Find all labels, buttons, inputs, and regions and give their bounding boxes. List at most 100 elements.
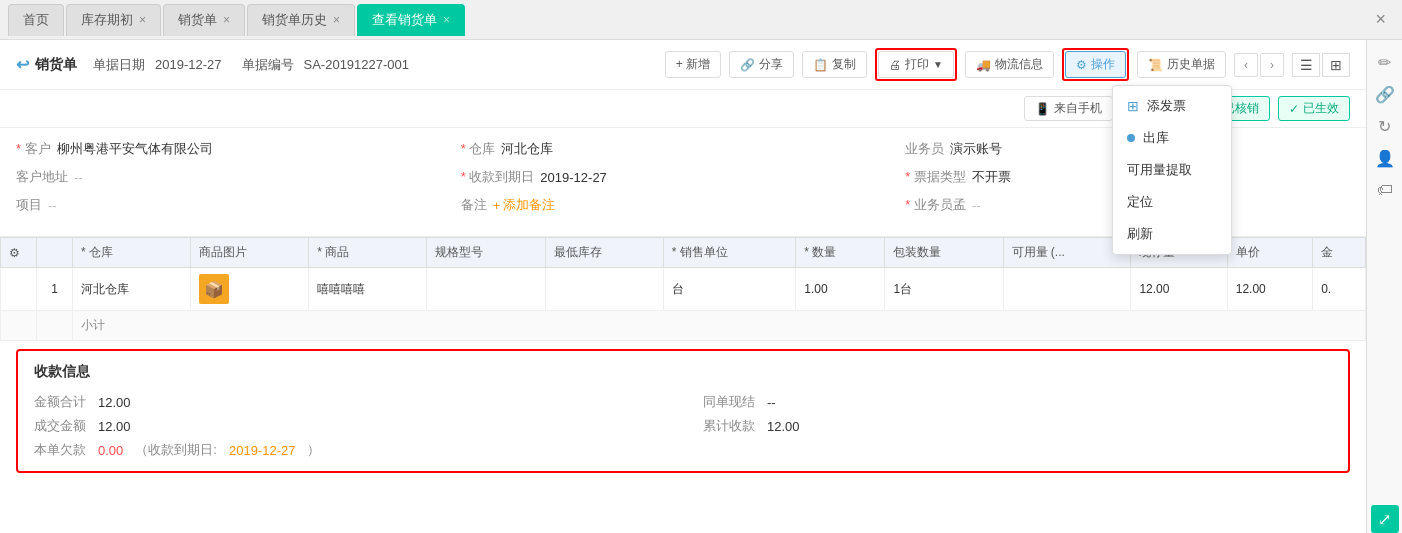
total-received-label: 累计收款	[703, 417, 755, 435]
row-min-stock-cell	[545, 268, 663, 311]
tab-view-sales-label: 查看销货单	[372, 11, 437, 29]
share-button[interactable]: 🔗 分享	[729, 51, 794, 78]
col-sales-unit-header: * 销售单位	[663, 238, 796, 268]
outbound-item[interactable]: 出库	[1113, 122, 1231, 154]
col-amount-header: 金	[1313, 238, 1366, 268]
add-invoice-item[interactable]: ⊞ 添发票	[1113, 90, 1231, 122]
new-button[interactable]: + 新增	[665, 51, 721, 78]
col-unit-price-header: 单价	[1227, 238, 1312, 268]
salesperson-value: 演示账号	[950, 140, 1002, 158]
add-remark-button[interactable]: + 添加备注	[493, 196, 556, 214]
warehouse-label: 仓库	[461, 140, 496, 158]
locate-label: 定位	[1127, 193, 1153, 211]
same-order-settle-value: --	[767, 395, 776, 410]
link-sidebar-icon[interactable]: 🔗	[1371, 80, 1399, 108]
total-amount-value: 12.00	[98, 395, 131, 410]
from-phone-button[interactable]: 📱 来自手机	[1024, 96, 1113, 121]
tab-sales-close[interactable]: ×	[223, 13, 230, 27]
tag-sidebar-icon[interactable]: 🏷	[1371, 176, 1399, 204]
payment-info-title: 收款信息	[34, 363, 1332, 381]
tab-sales-history-close[interactable]: ×	[333, 13, 340, 27]
expand-sidebar-icon[interactable]: ⤢	[1371, 505, 1399, 533]
project-label: 项目	[16, 196, 42, 214]
doc-date-label: 单据日期 2019-12-27	[93, 56, 222, 74]
operations-icon: ⚙	[1076, 58, 1087, 72]
due-amount-label: 本单欠款	[34, 441, 86, 459]
rotate-sidebar-icon[interactable]: ↻	[1371, 112, 1399, 140]
address-value: --	[74, 170, 83, 185]
print-highlight-box: 🖨 打印 ▼	[875, 48, 957, 81]
row-spec-cell	[427, 268, 545, 311]
col-num	[37, 238, 73, 268]
warehouse-field: 仓库 河北仓库	[461, 140, 906, 158]
ticket-type-label: 票据类型	[905, 168, 966, 186]
operations-highlight-box: ⚙ 操作	[1062, 48, 1129, 81]
tab-inventory[interactable]: 库存期初 ×	[66, 4, 161, 36]
customer-value: 柳州粤港平安气体有限公司	[57, 140, 213, 158]
row-warehouse-cell: 河北仓库	[73, 268, 191, 311]
add-invoice-label: 添发票	[1147, 97, 1186, 115]
nav-arrows: ‹ ›	[1234, 53, 1284, 77]
total-amount-label: 金额合计	[34, 393, 86, 411]
row-num-cell: 1	[37, 268, 73, 311]
locate-item[interactable]: 定位	[1113, 186, 1231, 218]
tab-view-sales[interactable]: 查看销货单 ×	[357, 4, 465, 36]
payment-date-field: 收款到期日 2019-12-27	[461, 168, 906, 186]
tab-view-sales-close[interactable]: ×	[443, 13, 450, 27]
available-qty-label: 可用量提取	[1127, 161, 1192, 179]
row-stock-cell: 12.00	[1131, 268, 1227, 311]
total-received-row: 累计收款 12.00	[703, 417, 1332, 435]
grid-view-button[interactable]: ⊞	[1322, 53, 1350, 77]
salesperson2-label: 业务员孟	[905, 196, 966, 214]
list-view-button[interactable]: ☰	[1292, 53, 1320, 77]
row-pack-qty-cell: 1台	[885, 268, 1003, 311]
add-invoice-icon: ⊞	[1127, 98, 1139, 114]
nav-prev-button[interactable]: ‹	[1234, 53, 1258, 77]
tab-inventory-close[interactable]: ×	[139, 13, 146, 27]
edit-sidebar-icon[interactable]: ✏	[1371, 48, 1399, 76]
tab-sales-history[interactable]: 销货单历史 ×	[247, 4, 355, 36]
address-field: 客户地址 --	[16, 168, 461, 186]
subtotal-label-cell: 小计	[73, 311, 1366, 341]
nav-next-button[interactable]: ›	[1260, 53, 1284, 77]
window-close-button[interactable]: ×	[1367, 9, 1394, 30]
address-label: 客户地址	[16, 168, 68, 186]
outbound-dot	[1127, 134, 1135, 142]
copy-button[interactable]: 📋 复制	[802, 51, 867, 78]
deal-amount-value: 12.00	[98, 419, 131, 434]
tab-inventory-label: 库存期初	[81, 11, 133, 29]
total-amount-row: 金额合计 12.00	[34, 393, 663, 411]
doc-number-label: 单据编号 SA-20191227-001	[242, 56, 410, 74]
project-value: --	[48, 198, 57, 213]
col-spec-header: 规格型号	[427, 238, 545, 268]
total-received-value: 12.00	[767, 419, 800, 434]
due-date-note: （收款到期日:	[135, 441, 217, 459]
document-header: ↩ 销货单 单据日期 2019-12-27 单据编号 SA-20191227-0…	[0, 40, 1366, 90]
available-qty-item[interactable]: 可用量提取	[1113, 154, 1231, 186]
operations-button[interactable]: ⚙ 操作	[1065, 51, 1126, 78]
right-sidebar: ✏ 🔗 ↻ 👤 🏷 ⤢	[1366, 40, 1402, 533]
warehouse-value: 河北仓库	[501, 140, 553, 158]
col-quantity-header: * 数量	[796, 238, 885, 268]
row-settings-cell	[1, 268, 37, 311]
history-button[interactable]: 📜 历史单据	[1137, 51, 1226, 78]
effective-badge: ✓ 已生效	[1278, 96, 1350, 121]
tab-sales[interactable]: 销货单 ×	[163, 4, 245, 36]
due-amount-value: 0.00	[98, 443, 123, 458]
due-amount-row: 本单欠款 0.00 （收款到期日: 2019-12-27 ）	[34, 441, 663, 459]
table-row: 1 河北仓库 📦 嘻嘻嘻嘻 台 1.00 1台	[1, 268, 1366, 311]
row-sales-unit-cell: 台	[663, 268, 796, 311]
print-button[interactable]: 🖨 打印 ▼	[878, 51, 954, 78]
product-image: 📦	[199, 274, 229, 304]
tab-home[interactable]: 首页	[8, 4, 64, 36]
logistics-button[interactable]: 🚚 物流信息	[965, 51, 1054, 78]
print-icon: 🖨	[889, 58, 901, 72]
due-date-value: 2019-12-27	[229, 443, 296, 458]
col-min-stock-header: 最低库存	[545, 238, 663, 268]
view-buttons: ☰ ⊞	[1292, 53, 1350, 77]
tab-home-label: 首页	[23, 11, 49, 29]
salesperson-label: 业务员	[905, 140, 944, 158]
user-sidebar-icon[interactable]: 👤	[1371, 144, 1399, 172]
refresh-item[interactable]: 刷新	[1113, 218, 1231, 250]
ticket-type-value: 不开票	[972, 168, 1011, 186]
